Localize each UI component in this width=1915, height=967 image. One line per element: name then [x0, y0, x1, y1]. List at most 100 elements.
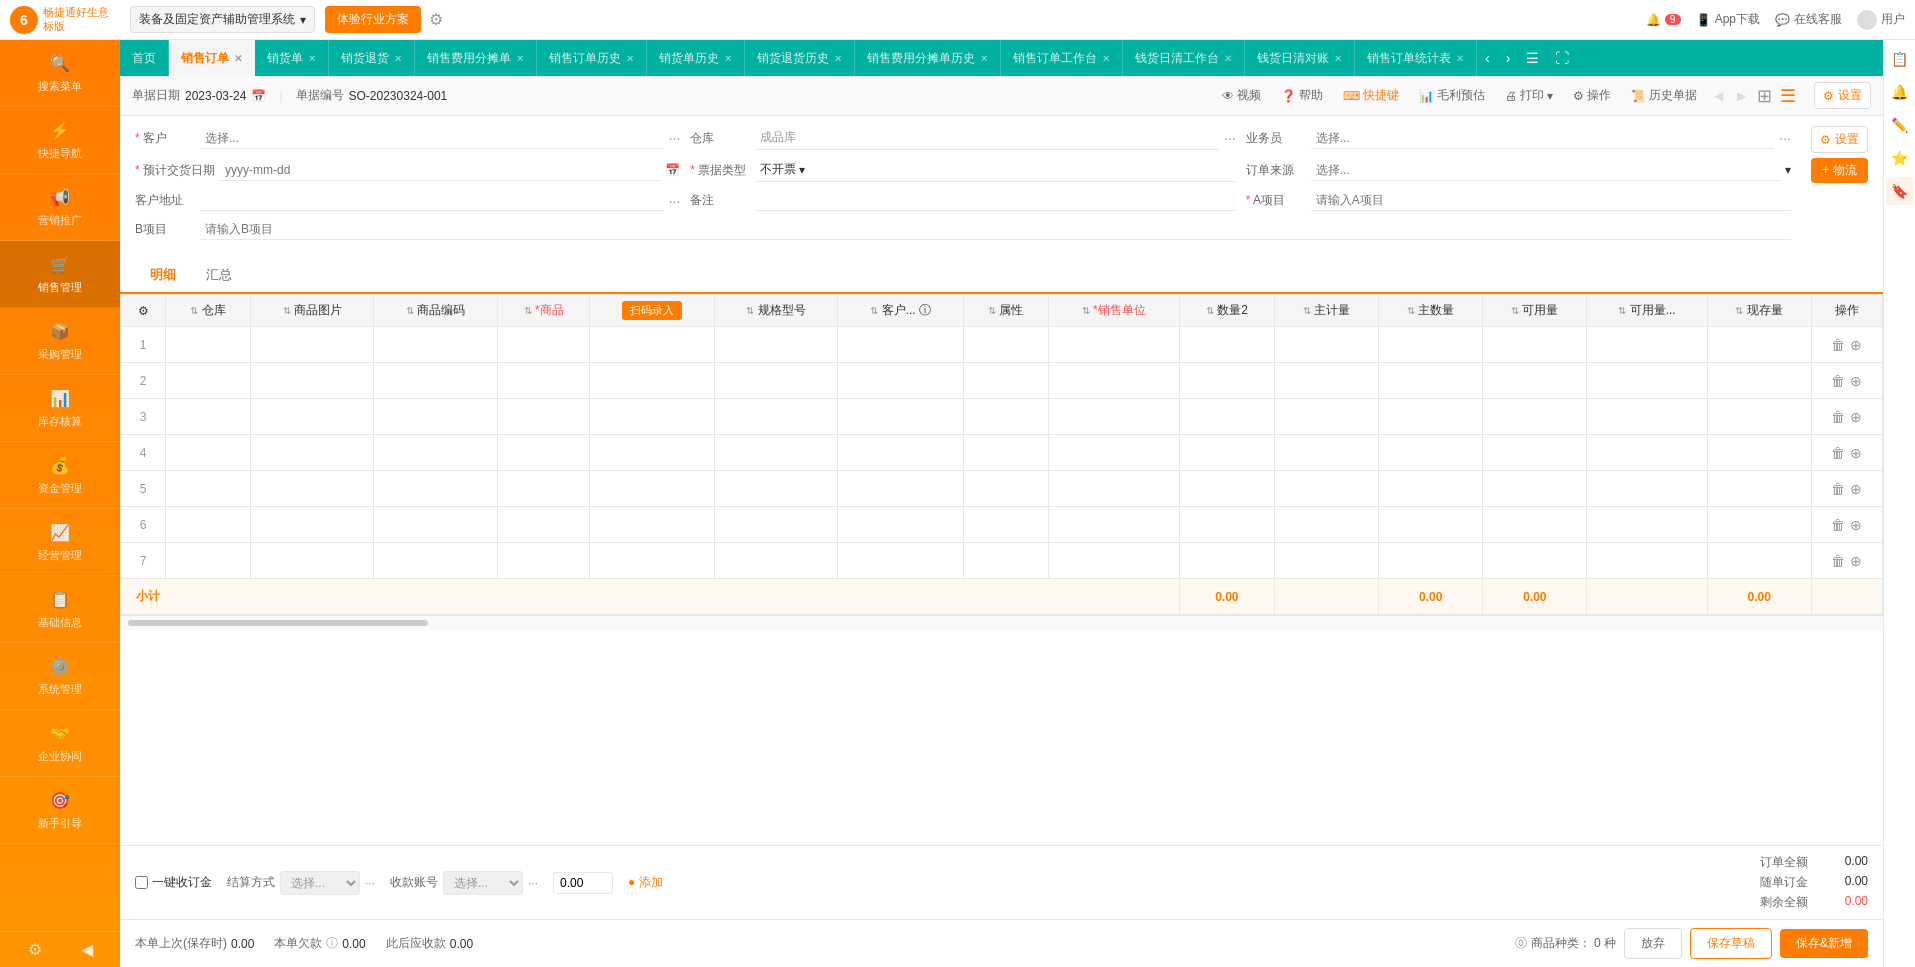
row-available2-6[interactable] — [1587, 507, 1707, 543]
tab-daily-workbench[interactable]: 钱货日清工作台 ✕ — [1123, 40, 1245, 76]
right-panel-btn-1[interactable]: 📋 — [1886, 45, 1914, 73]
row-stock-2[interactable] — [1707, 363, 1811, 399]
btn-view[interactable]: 👁 视频 — [1216, 85, 1267, 106]
row-main-unit-5[interactable] — [1275, 471, 1379, 507]
tab-sales-invoice[interactable]: 销货单 ✕ — [255, 40, 329, 76]
row-unit-3[interactable] — [1048, 399, 1179, 435]
system-selector[interactable]: 装备及固定资产辅助管理系统 ▾ — [130, 6, 315, 33]
row-qty2-2[interactable] — [1179, 363, 1274, 399]
tab-summary[interactable]: 汇总 — [191, 258, 247, 292]
row-qty2-3[interactable] — [1179, 399, 1274, 435]
payment-more-icon[interactable]: ··· — [365, 876, 375, 890]
row-main-qty-3[interactable] — [1379, 399, 1483, 435]
row-spec-1[interactable] — [714, 327, 838, 363]
row-code-5[interactable] — [374, 471, 498, 507]
tab-sales-expense[interactable]: 销售费用分摊单 ✕ — [415, 40, 537, 76]
right-panel-btn-4[interactable]: ⭐ — [1886, 144, 1914, 172]
tab-close-invoice-history[interactable]: ✕ — [724, 53, 732, 64]
address-input[interactable] — [200, 190, 664, 211]
row-unit-2[interactable] — [1048, 363, 1179, 399]
save-new-btn[interactable]: 保存&新增 — [1780, 929, 1868, 958]
account-more-icon[interactable]: ··· — [528, 876, 538, 890]
payment-method-select[interactable]: 选择... — [280, 871, 360, 895]
row-product-3[interactable] — [497, 399, 589, 435]
form-settings-btn[interactable]: ⚙ 设置 — [1811, 126, 1868, 153]
row-code-6[interactable] — [374, 507, 498, 543]
tab-order-workbench[interactable]: 销售订单工作台 ✕ — [1001, 40, 1123, 76]
sidebar-item-finance[interactable]: 💰 资金管理 — [0, 442, 120, 509]
col-available2[interactable]: ⇅ 可用量... — [1587, 295, 1707, 327]
row-stock-3[interactable] — [1707, 399, 1811, 435]
row-attr-6[interactable] — [963, 507, 1048, 543]
tab-return-history[interactable]: 销货退货历史 ✕ — [745, 40, 855, 76]
row-spec-6[interactable] — [714, 507, 838, 543]
scrollbar[interactable] — [128, 620, 428, 626]
order-source-input[interactable] — [1311, 160, 1780, 181]
row-product-1[interactable] — [497, 327, 589, 363]
row-available-3[interactable] — [1483, 399, 1587, 435]
btn-profit[interactable]: 📊 毛利预估 — [1413, 85, 1491, 106]
row-main-unit-4[interactable] — [1275, 435, 1379, 471]
row-available2-5[interactable] — [1587, 471, 1707, 507]
copy-icon-6[interactable]: ⊕ — [1850, 517, 1862, 533]
tab-expand[interactable]: ⛶ — [1547, 40, 1577, 76]
copy-icon-5[interactable]: ⊕ — [1850, 481, 1862, 497]
tab-invoice-history[interactable]: 销货单历史 ✕ — [647, 40, 745, 76]
delete-icon-5[interactable]: 🗑 — [1831, 481, 1845, 497]
online-service-item[interactable]: 💬 在线客服 — [1775, 11, 1842, 28]
invoice-select[interactable]: 不开票 ▾ — [755, 158, 1235, 182]
row-product-6[interactable] — [497, 507, 589, 543]
col-scan[interactable]: 扫码录入 — [590, 295, 715, 327]
row-attr-1[interactable] — [963, 327, 1048, 363]
row-available-7[interactable] — [1483, 543, 1587, 579]
row-main-unit-6[interactable] — [1275, 507, 1379, 543]
row-unit-5[interactable] — [1048, 471, 1179, 507]
app-download-item[interactable]: 📱 App下载 — [1696, 11, 1760, 28]
row-spec-4[interactable] — [714, 435, 838, 471]
row-warehouse-6[interactable] — [166, 507, 251, 543]
tab-home[interactable]: 首页 — [120, 40, 169, 76]
industry-btn[interactable]: 体验行业方案 — [325, 6, 421, 33]
row-unit-7[interactable] — [1048, 543, 1179, 579]
row-spec-7[interactable] — [714, 543, 838, 579]
col-attr[interactable]: ⇅ 属性 — [963, 295, 1048, 327]
amount-input[interactable] — [553, 872, 613, 894]
row-main-qty-2[interactable] — [1379, 363, 1483, 399]
col-unit[interactable]: ⇅ *销售单位 — [1048, 295, 1179, 327]
row-main-unit-1[interactable] — [1275, 327, 1379, 363]
row-main-qty-7[interactable] — [1379, 543, 1483, 579]
row-image-4[interactable] — [250, 435, 374, 471]
row-warehouse-4[interactable] — [166, 435, 251, 471]
tab-close-order-workbench[interactable]: ✕ — [1102, 53, 1110, 64]
sidebar-item-guide[interactable]: 🎯 新手引导 — [0, 777, 120, 844]
row-main-unit-3[interactable] — [1275, 399, 1379, 435]
row-attr-4[interactable] — [963, 435, 1048, 471]
sidebar-item-quicknav[interactable]: ⚡ 快捷导航 — [0, 107, 120, 174]
row-unit-6[interactable] — [1048, 507, 1179, 543]
tab-detail[interactable]: 明细 — [135, 258, 191, 294]
delete-icon-4[interactable]: 🗑 — [1831, 445, 1845, 461]
tab-order-stats[interactable]: 销售订单统计表 ✕ — [1355, 40, 1477, 76]
tab-sales-order[interactable]: 销售订单 ✕ — [169, 40, 255, 76]
save-draft-btn[interactable]: 保存草稿 — [1690, 928, 1772, 959]
copy-icon-7[interactable]: ⊕ — [1850, 553, 1862, 569]
salesperson-more-icon[interactable]: ··· — [1779, 130, 1791, 146]
row-available2-2[interactable] — [1587, 363, 1707, 399]
deposit-checkbox-group[interactable]: 一键收订金 — [135, 874, 212, 891]
row-qty2-5[interactable] — [1179, 471, 1274, 507]
sidebar-item-sales[interactable]: 🛒 销售管理 — [0, 241, 120, 308]
btn-operation[interactable]: ⚙ 操作 — [1567, 85, 1617, 106]
tab-close-order-history[interactable]: ✕ — [626, 53, 634, 64]
notification-item[interactable]: 🔔 9 — [1646, 13, 1681, 27]
row-image-3[interactable] — [250, 399, 374, 435]
copy-icon-1[interactable]: ⊕ — [1850, 337, 1862, 353]
row-available2-7[interactable] — [1587, 543, 1707, 579]
row-customer-5[interactable] — [838, 471, 964, 507]
discard-btn[interactable]: 放弃 — [1624, 928, 1682, 959]
tab-sales-return[interactable]: 销货退货 ✕ — [329, 40, 415, 76]
product-count-icon[interactable]: ⓪ — [1515, 936, 1527, 950]
tab-daily-reconcile[interactable]: 钱货日清对账 ✕ — [1245, 40, 1355, 76]
btn-print[interactable]: 🖨 打印 ▾ — [1499, 85, 1559, 106]
row-available-1[interactable] — [1483, 327, 1587, 363]
tab-close-sales-return[interactable]: ✕ — [394, 53, 402, 64]
